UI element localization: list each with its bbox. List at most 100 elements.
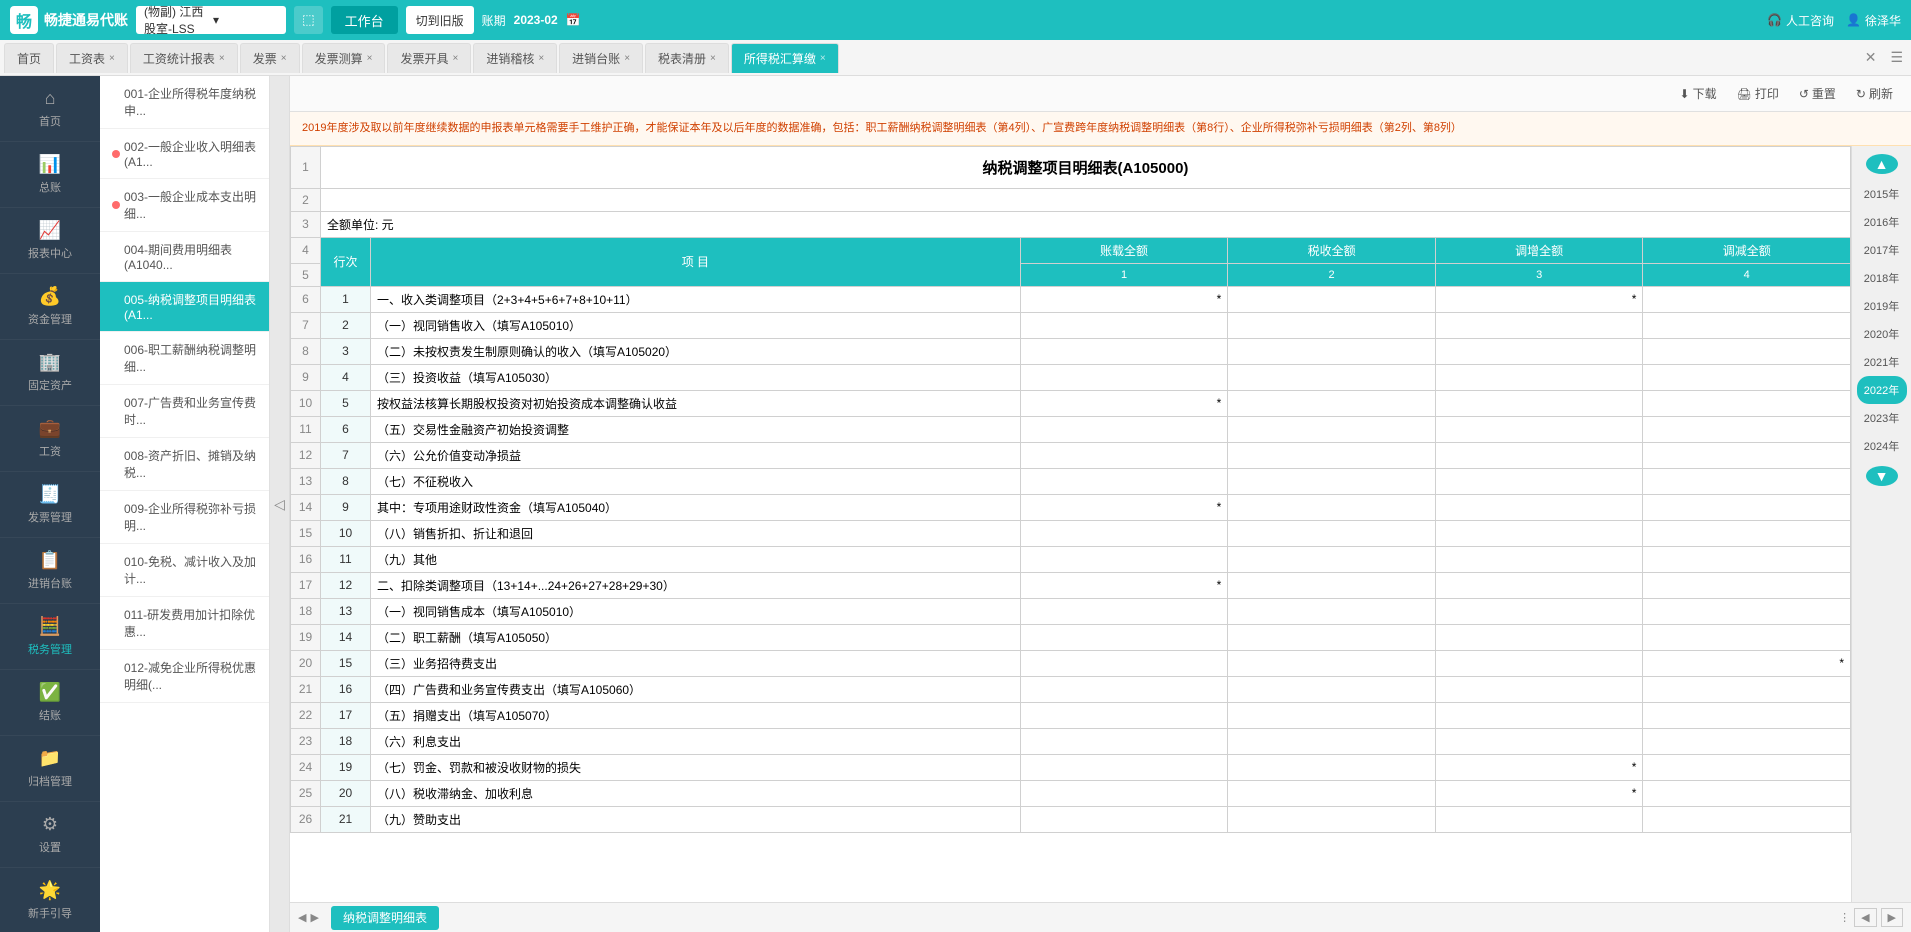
value-c-cell[interactable]: * bbox=[1020, 494, 1228, 520]
user-menu[interactable]: 👤 徐泽华 bbox=[1846, 12, 1901, 29]
value-d-cell[interactable] bbox=[1228, 468, 1436, 494]
item-cell[interactable]: （六）利息支出 bbox=[371, 728, 1021, 754]
value-e-cell[interactable]: * bbox=[1435, 780, 1643, 806]
sidebar-item-report[interactable]: 📈 报表中心 bbox=[0, 208, 100, 274]
item-cell[interactable]: 二、扣除类调整项目（13+14+...24+26+27+28+29+30） bbox=[371, 572, 1021, 598]
tab-tax-form[interactable]: 税表清册 × bbox=[645, 43, 729, 73]
item-cell[interactable]: （二）未按权责发生制原则确认的收入（填写A105020） bbox=[371, 338, 1021, 364]
item-cell[interactable]: （四）广告费和业务宣传费支出（填写A105060） bbox=[371, 676, 1021, 702]
sub-nav-item-008[interactable]: 008-资产折旧、摊销及纳税... bbox=[100, 438, 269, 491]
sidebar-item-home[interactable]: ⌂ 首页 bbox=[0, 76, 100, 142]
item-cell[interactable]: （一）视同销售收入（填写A105010） bbox=[371, 312, 1021, 338]
value-e-cell[interactable] bbox=[1435, 468, 1643, 494]
year-item[interactable]: 2020年 bbox=[1857, 320, 1907, 348]
value-d-cell[interactable] bbox=[1228, 494, 1436, 520]
sidebar-item-settings[interactable]: ⚙ 设置 bbox=[0, 802, 100, 868]
tab-salary[interactable]: 工资表 × bbox=[56, 43, 128, 73]
value-d-cell[interactable] bbox=[1228, 546, 1436, 572]
value-d-cell[interactable] bbox=[1228, 520, 1436, 546]
tab-purchase-ledger-close[interactable]: × bbox=[624, 53, 630, 64]
tab-purchase-check-close[interactable]: × bbox=[538, 53, 544, 64]
sheet-content[interactable]: 1 纳税调整项目明细表(A105000) 2 3 全额单位 bbox=[290, 146, 1851, 903]
value-e-cell[interactable] bbox=[1435, 442, 1643, 468]
sidebar-item-settle[interactable]: ✅ 结账 bbox=[0, 670, 100, 736]
value-c-cell[interactable] bbox=[1020, 624, 1228, 650]
value-d-cell[interactable] bbox=[1228, 312, 1436, 338]
value-f-cell[interactable] bbox=[1643, 442, 1851, 468]
collapse-subnav-btn[interactable]: ◁ bbox=[270, 76, 290, 932]
year-item[interactable]: 2021年 bbox=[1857, 348, 1907, 376]
year-item[interactable]: 2024年 bbox=[1857, 432, 1907, 460]
sub-nav-item-001[interactable]: 001-企业所得税年度纳税申... bbox=[100, 76, 269, 129]
sub-nav-item-006[interactable]: 006-职工薪酬纳税调整明细... bbox=[100, 332, 269, 385]
value-e-cell[interactable] bbox=[1435, 364, 1643, 390]
sub-nav-item-002[interactable]: 002-一般企业收入明细表(A1... bbox=[100, 129, 269, 179]
value-f-cell[interactable] bbox=[1643, 754, 1851, 780]
value-d-cell[interactable] bbox=[1228, 728, 1436, 754]
value-e-cell[interactable] bbox=[1435, 338, 1643, 364]
item-cell[interactable]: （八）税收滞纳金、加收利息 bbox=[371, 780, 1021, 806]
year-item[interactable]: 2019年 bbox=[1857, 292, 1907, 320]
value-c-cell[interactable] bbox=[1020, 754, 1228, 780]
refresh-btn[interactable]: ↻ 刷新 bbox=[1850, 82, 1899, 105]
value-e-cell[interactable] bbox=[1435, 624, 1643, 650]
value-d-cell[interactable] bbox=[1228, 442, 1436, 468]
value-d-cell[interactable] bbox=[1228, 338, 1436, 364]
value-d-cell[interactable] bbox=[1228, 806, 1436, 832]
sidebar-item-archive[interactable]: 📁 归档管理 bbox=[0, 736, 100, 802]
tab-purchase-ledger[interactable]: 进销台账 × bbox=[559, 43, 643, 73]
company-select[interactable]: (物副) 江西股室-LSS ▾ bbox=[136, 6, 286, 34]
item-cell[interactable]: （二）职工薪酬（填写A105050） bbox=[371, 624, 1021, 650]
tab-tax-form-close[interactable]: × bbox=[710, 53, 716, 64]
year-item[interactable]: 2018年 bbox=[1857, 264, 1907, 292]
value-d-cell[interactable] bbox=[1228, 754, 1436, 780]
scroll-h-left-btn[interactable]: ◀ bbox=[1854, 908, 1876, 927]
item-cell[interactable]: （九）赞助支出 bbox=[371, 806, 1021, 832]
value-e-cell[interactable] bbox=[1435, 598, 1643, 624]
item-cell[interactable]: （五）捐赠支出（填写A105070） bbox=[371, 702, 1021, 728]
item-cell[interactable]: （三）投资收益（填写A105030） bbox=[371, 364, 1021, 390]
value-c-cell[interactable] bbox=[1020, 728, 1228, 754]
value-d-cell[interactable] bbox=[1228, 416, 1436, 442]
item-cell[interactable]: （五）交易性金融资产初始投资调整 bbox=[371, 416, 1021, 442]
value-f-cell[interactable] bbox=[1643, 364, 1851, 390]
sidebar-item-ledger[interactable]: 📊 总账 bbox=[0, 142, 100, 208]
value-f-cell[interactable] bbox=[1643, 338, 1851, 364]
year-item[interactable]: 2015年 bbox=[1857, 180, 1907, 208]
tab-close-all-btn[interactable]: ✕ bbox=[1861, 47, 1881, 68]
sidebar-item-fixed-asset[interactable]: 🏢 固定资产 bbox=[0, 340, 100, 406]
item-cell[interactable]: （一）视同销售成本（填写A105010） bbox=[371, 598, 1021, 624]
sub-nav-item-012[interactable]: 012-减免企业所得税优惠明细(... bbox=[100, 650, 269, 703]
tab-invoice-close[interactable]: × bbox=[281, 53, 287, 64]
value-e-cell[interactable] bbox=[1435, 572, 1643, 598]
sub-nav-item-005[interactable]: 005-纳税调整项目明细表(A1... bbox=[100, 282, 269, 332]
value-c-cell[interactable] bbox=[1020, 780, 1228, 806]
value-d-cell[interactable] bbox=[1228, 650, 1436, 676]
value-e-cell[interactable] bbox=[1435, 728, 1643, 754]
year-item[interactable]: 2016年 bbox=[1857, 208, 1907, 236]
value-f-cell[interactable] bbox=[1643, 676, 1851, 702]
tab-invoice-open-close[interactable]: × bbox=[452, 53, 458, 64]
value-f-cell[interactable] bbox=[1643, 416, 1851, 442]
tab-salary-close[interactable]: × bbox=[109, 53, 115, 64]
value-e-cell[interactable] bbox=[1435, 650, 1643, 676]
value-e-cell[interactable] bbox=[1435, 806, 1643, 832]
tab-invoice[interactable]: 发票 × bbox=[240, 43, 300, 73]
value-e-cell[interactable] bbox=[1435, 494, 1643, 520]
sub-nav-item-010[interactable]: 010-免税、减计收入及加计... bbox=[100, 544, 269, 597]
value-f-cell[interactable] bbox=[1643, 598, 1851, 624]
item-cell[interactable]: 其中：专项用途财政性资金（填写A105040） bbox=[371, 494, 1021, 520]
tab-invoice-open[interactable]: 发票开具 × bbox=[387, 43, 471, 73]
value-f-cell[interactable] bbox=[1643, 546, 1851, 572]
sub-nav-item-009[interactable]: 009-企业所得税弥补亏损明... bbox=[100, 491, 269, 544]
item-cell[interactable]: （八）销售折扣、折让和退回 bbox=[371, 520, 1021, 546]
value-c-cell[interactable] bbox=[1020, 364, 1228, 390]
year-up-btn[interactable]: ▲ bbox=[1866, 154, 1898, 174]
value-e-cell[interactable] bbox=[1435, 520, 1643, 546]
sub-nav-item-004[interactable]: 004-期间费用明细表(A1040... bbox=[100, 232, 269, 282]
tab-home[interactable]: 首页 bbox=[4, 43, 54, 73]
sub-nav-item-007[interactable]: 007-广告费和业务宣传费时... bbox=[100, 385, 269, 438]
value-c-cell[interactable] bbox=[1020, 806, 1228, 832]
value-e-cell[interactable] bbox=[1435, 546, 1643, 572]
value-f-cell[interactable] bbox=[1643, 806, 1851, 832]
